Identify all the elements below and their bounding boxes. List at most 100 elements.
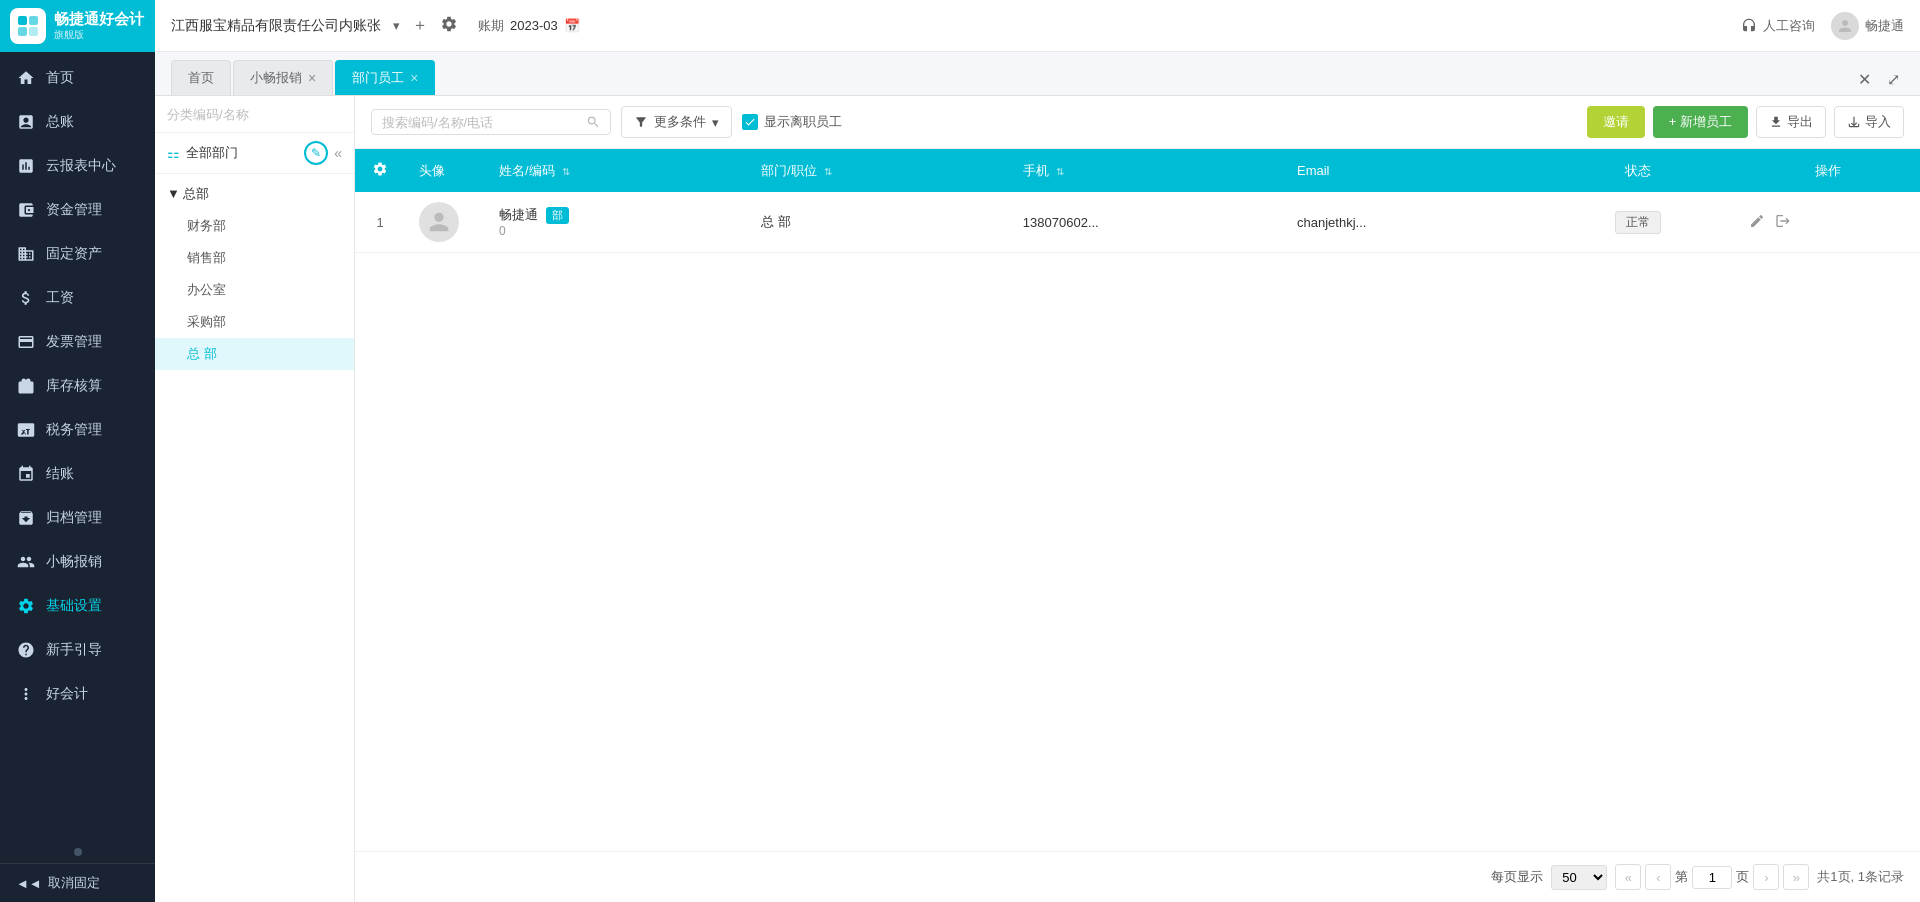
export-button[interactable]: 导出 (1756, 106, 1826, 138)
emp-email: chanjethkj... (1297, 215, 1366, 230)
prev-page-button[interactable]: ‹ (1645, 864, 1671, 890)
dept-header-actions: ✎ « (304, 141, 342, 165)
employee-search-input[interactable] (382, 115, 580, 130)
page-input[interactable] (1692, 866, 1732, 889)
all-dept-text: 全部部门 (186, 144, 238, 162)
filter-chevron-icon: ▾ (712, 115, 719, 130)
svg-rect-1 (29, 16, 38, 25)
sidebar-item-general-ledger[interactable]: 总账 (0, 100, 155, 144)
col-settings[interactable] (355, 149, 405, 192)
sidebar-item-tax[interactable]: 税务管理 (0, 408, 155, 452)
archive-icon (16, 508, 36, 528)
sidebar-item-settings[interactable]: 基础设置 (0, 584, 155, 628)
tab-expense[interactable]: 小畅报销 × (233, 60, 333, 95)
sidebar-logo: 畅捷通好会计 旗舰版 (0, 0, 155, 52)
calendar-icon[interactable]: 📅 (564, 18, 580, 33)
dept-node-sales[interactable]: 销售部 (155, 242, 354, 274)
svg-rect-3 (29, 27, 38, 36)
dept-search-input[interactable] (167, 107, 335, 122)
show-resigned-checkbox[interactable] (742, 114, 758, 130)
col-phone[interactable]: 手机 ⇅ (1009, 149, 1283, 192)
wallet-icon (16, 200, 36, 220)
page-size-label: 每页显示 (1491, 868, 1543, 886)
sidebar-label-invoice: 发票管理 (46, 333, 102, 351)
tab-expand-button[interactable]: ⤢ (1883, 68, 1904, 91)
tab-close-button[interactable]: ✕ (1854, 68, 1875, 91)
svg-rect-2 (18, 27, 27, 36)
dept-node-office[interactable]: 办公室 (155, 274, 354, 306)
company-name: 江西服宝精品有限责任公司内账张 (171, 17, 381, 35)
grid-icon: ⚏ (167, 145, 180, 161)
page-di-label: 第 (1675, 868, 1688, 886)
sidebar-label-assets: 固定资产 (46, 245, 102, 263)
logo-title: 畅捷通好会计 (54, 10, 144, 28)
sidebar-item-reports[interactable]: 云报表中心 (0, 144, 155, 188)
add-employee-button[interactable]: + 新增员工 (1653, 106, 1748, 138)
filter-icon (634, 115, 648, 129)
logo-sub: 旗舰版 (54, 28, 144, 42)
dept-tree: ▼ 总部 财务部 销售部 办公室 采购部 总 部 (155, 174, 354, 902)
import-button[interactable]: 导入 (1834, 106, 1904, 138)
user-menu[interactable]: 畅捷通 (1831, 12, 1904, 40)
sidebar-item-archive[interactable]: 归档管理 (0, 496, 155, 540)
last-page-button[interactable]: » (1783, 864, 1809, 890)
collapse-button[interactable]: « (334, 145, 342, 161)
left-arrow-icon: ◄◄ (16, 876, 42, 891)
dept-badge: 部 (546, 207, 569, 224)
department-panel: ⚏ 全部部门 ✎ « ▼ 总部 财务部 销售部 办公室 采购部 总 部 (155, 96, 355, 902)
cancel-fixed-label: 取消固定 (48, 874, 100, 892)
sidebar-item-xiaochang[interactable]: 小畅报销 (0, 540, 155, 584)
support-button[interactable]: 人工咨询 (1741, 17, 1815, 35)
page-size-select[interactable]: 50 10 20 100 (1551, 865, 1607, 890)
col-dept[interactable]: 部门/职位 ⇅ (747, 149, 1009, 192)
dept-node-hq-parent[interactable]: ▼ 总部 (155, 178, 354, 210)
tab-expense-close[interactable]: × (308, 70, 316, 86)
box-icon (16, 376, 36, 396)
topbar-settings-icon[interactable] (440, 15, 458, 36)
next-page-button[interactable]: › (1753, 864, 1779, 890)
svg-rect-0 (18, 16, 27, 25)
filter-label: 更多条件 (654, 113, 706, 131)
dept-triangle-icon: ▼ (167, 186, 183, 201)
tab-expense-label: 小畅报销 (250, 69, 302, 87)
export-icon (1769, 115, 1783, 129)
sidebar-item-guide[interactable]: 新手引导 (0, 628, 155, 672)
tab-home[interactable]: 首页 (171, 60, 231, 95)
sidebar-item-more[interactable]: 好会计 (0, 672, 155, 716)
col-actions: 操作 (1735, 149, 1920, 192)
dept-node-general[interactable]: 总 部 (155, 338, 354, 370)
page-nav: « ‹ 第 页 › » (1615, 864, 1809, 890)
chart-icon (16, 156, 36, 176)
invite-button[interactable]: 邀请 (1587, 106, 1645, 138)
first-page-button[interactable]: « (1615, 864, 1641, 890)
tab-employees[interactable]: 部门员工 × (335, 60, 435, 95)
sidebar-item-invoice[interactable]: 发票管理 (0, 320, 155, 364)
sort-arrows-phone: ⇅ (1056, 166, 1064, 177)
sidebar-item-inventory[interactable]: 库存核算 (0, 364, 155, 408)
show-resigned-wrapper[interactable]: 显示离职员工 (742, 113, 842, 131)
logo-icon (10, 8, 46, 44)
sidebar-item-assets[interactable]: 固定资产 (0, 232, 155, 276)
col-name[interactable]: 姓名/编码 ⇅ (485, 149, 747, 192)
sidebar-item-salary[interactable]: 工资 (0, 276, 155, 320)
emp-name: 畅捷通 (499, 206, 538, 224)
cancel-fixed-button[interactable]: ◄◄ 取消固定 (0, 863, 155, 902)
pagination: 每页显示 50 10 20 100 « ‹ 第 (355, 851, 1920, 902)
company-dropdown[interactable]: ▾ (393, 18, 400, 33)
dept-edit-button[interactable]: ✎ (304, 141, 328, 165)
sidebar-item-capital[interactable]: 资金管理 (0, 188, 155, 232)
dept-node-purchase[interactable]: 采购部 (155, 306, 354, 338)
tab-employees-close[interactable]: × (410, 70, 418, 86)
tab-home-label: 首页 (188, 69, 214, 87)
more-filter-button[interactable]: 更多条件 ▾ (621, 106, 732, 138)
settings-icon (16, 596, 36, 616)
edit-employee-button[interactable] (1749, 213, 1765, 232)
sidebar-item-home[interactable]: 首页 (0, 56, 155, 100)
add-company-button[interactable]: ＋ (412, 15, 428, 36)
dept-node-finance[interactable]: 财务部 (155, 210, 354, 242)
period-value: 2023-03 (510, 18, 558, 33)
col-email: Email (1283, 149, 1540, 192)
sidebar-item-checkout[interactable]: 结账 (0, 452, 155, 496)
export-label: 导出 (1787, 113, 1813, 131)
logout-employee-button[interactable] (1775, 213, 1791, 232)
